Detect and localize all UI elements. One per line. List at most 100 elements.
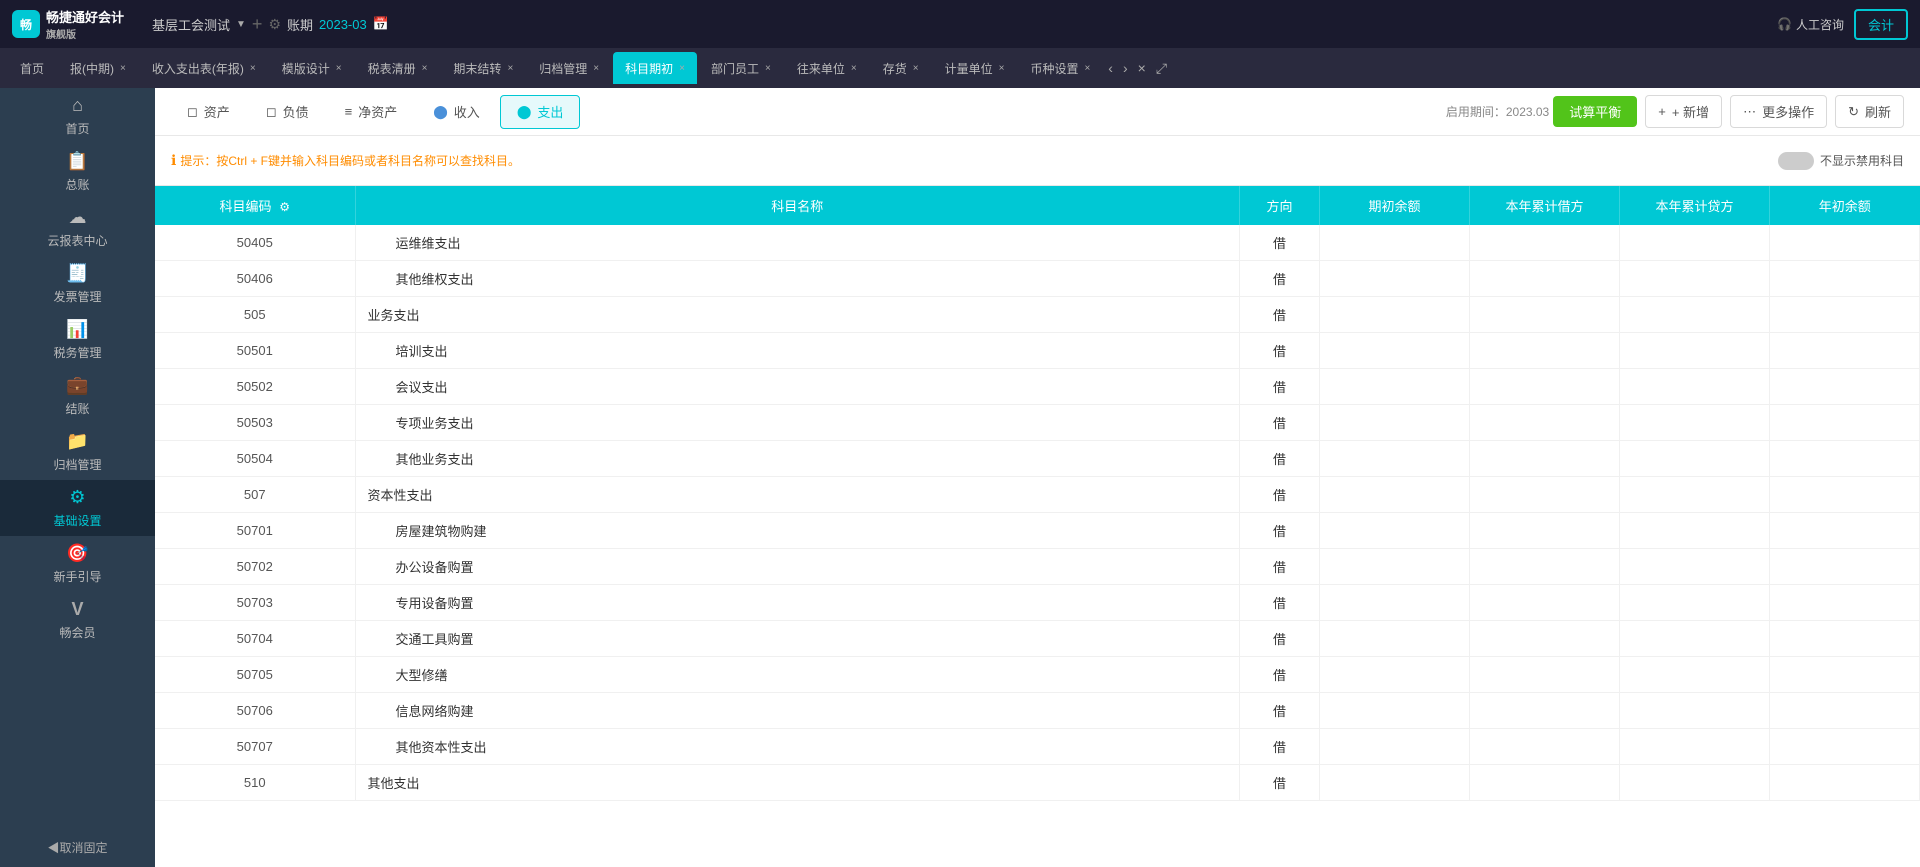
sub-tab-expenditure[interactable]: ⬤ 支出 xyxy=(500,95,581,129)
sidebar-item-invoice[interactable]: 🧾 发票管理 xyxy=(0,256,155,312)
sidebar-item-label: 新手引导 xyxy=(53,568,101,585)
tab-close-icon[interactable]: × xyxy=(999,63,1005,74)
table-row[interactable]: 50504 其他业务支出 借 xyxy=(155,441,1920,477)
sidebar-item-closing[interactable]: 💼 结账 xyxy=(0,368,155,424)
tab-report-midterm[interactable]: 报(中期) × xyxy=(58,52,138,84)
cell-code: 50706 xyxy=(155,693,355,729)
table-header-row: 科目编码 ⚙ 科目名称 方向 期初余额 本年累计借方 xyxy=(155,186,1920,225)
period-label: 账期 xyxy=(287,15,313,34)
sub-tab-liabilities[interactable]: ◻ 负债 xyxy=(250,95,325,129)
sub-tab-income[interactable]: ⬤ 收入 xyxy=(417,95,496,129)
tab-subject-init[interactable]: 科目期初 × xyxy=(613,52,697,84)
refresh-button[interactable]: ↻ 刷新 xyxy=(1835,95,1904,128)
cell-debit xyxy=(1470,621,1620,657)
tab-close-icon[interactable]: × xyxy=(120,63,126,74)
tab-close-icon[interactable]: × xyxy=(1084,63,1090,74)
sidebar-item-archive[interactable]: 📁 归档管理 xyxy=(0,424,155,480)
col-header-dir: 方向 xyxy=(1240,186,1320,225)
logo-icon: 畅 xyxy=(12,10,40,38)
cell-debit xyxy=(1470,549,1620,585)
table-row[interactable]: 50406 其他维权支出 借 xyxy=(155,261,1920,297)
cell-code: 510 xyxy=(155,765,355,801)
tab-close-all-icon[interactable]: × xyxy=(1134,60,1150,76)
tab-close-icon[interactable]: × xyxy=(593,63,599,74)
sub-tab-assets[interactable]: ◻ 资产 xyxy=(171,95,246,129)
table-row[interactable]: 50704 交通工具购置 借 xyxy=(155,621,1920,657)
settings-icon[interactable]: ⚙ xyxy=(268,16,281,33)
net-assets-icon: ≡ xyxy=(345,104,353,119)
sidebar-item-guide[interactable]: 🎯 新手引导 xyxy=(0,536,155,592)
column-settings-icon[interactable]: ⚙ xyxy=(279,200,290,214)
table-row[interactable]: 50705 大型修缮 借 xyxy=(155,657,1920,693)
sidebar-item-home[interactable]: ⌂ 首页 xyxy=(0,88,155,144)
tab-currency[interactable]: 币种设置 × xyxy=(1018,52,1102,84)
cell-balance xyxy=(1320,297,1470,333)
tab-period-end[interactable]: 期末结转 × xyxy=(441,52,525,84)
income-icon: ⬤ xyxy=(433,104,448,120)
table-row[interactable]: 50703 专用设备购置 借 xyxy=(155,585,1920,621)
table-row[interactable]: 50702 办公设备购置 借 xyxy=(155,549,1920,585)
cell-balance xyxy=(1320,477,1470,513)
cell-debit xyxy=(1470,693,1620,729)
table-row[interactable]: 50706 信息网络购建 借 xyxy=(155,693,1920,729)
cell-year-balance xyxy=(1770,369,1920,405)
account-type-button[interactable]: 会计 xyxy=(1854,9,1908,40)
sidebar-item-tax[interactable]: 📊 税务管理 xyxy=(0,312,155,368)
main-layout: ⌂ 首页 📋 总账 ☁ 云报表中心 🧾 发票管理 📊 税务管理 💼 结账 📁 归… xyxy=(0,88,1920,867)
tab-dept-staff[interactable]: 部门员工 × xyxy=(699,52,783,84)
support-button[interactable]: 🎧 人工咨询 xyxy=(1777,16,1844,33)
table-row[interactable]: 50405 运维维支出 借 xyxy=(155,225,1920,261)
cell-dir: 借 xyxy=(1240,621,1320,657)
sub-tab-net-assets[interactable]: ≡ 净资产 xyxy=(329,95,414,129)
table-row[interactable]: 50503 专项业务支出 借 xyxy=(155,405,1920,441)
tab-next-icon[interactable]: › xyxy=(1119,60,1132,76)
tab-home[interactable]: 首页 xyxy=(8,52,56,84)
tab-close-icon[interactable]: × xyxy=(765,63,771,74)
trial-balance-button[interactable]: 试算平衡 xyxy=(1553,96,1637,127)
tab-label: 部门员工 xyxy=(711,60,759,77)
tab-inventory[interactable]: 存货 × xyxy=(871,52,931,84)
tab-label: 往来单位 xyxy=(797,60,845,77)
tab-close-icon[interactable]: × xyxy=(336,63,342,74)
more-actions-button[interactable]: ⋯ 更多操作 xyxy=(1730,95,1827,128)
add-account-icon[interactable]: + xyxy=(252,14,263,35)
cell-credit xyxy=(1620,261,1770,297)
cell-debit xyxy=(1470,765,1620,801)
tab-close-icon[interactable]: × xyxy=(507,63,513,74)
sidebar-item-settings[interactable]: ⚙ 基础设置 xyxy=(0,480,155,536)
tab-contacts[interactable]: 往来单位 × xyxy=(785,52,869,84)
tab-template-design[interactable]: 模版设计 × xyxy=(270,52,354,84)
sidebar-item-member[interactable]: V 畅会员 xyxy=(0,592,155,648)
table-row[interactable]: 50501 培训支出 借 xyxy=(155,333,1920,369)
table-row[interactable]: 50707 其他资本性支出 借 xyxy=(155,729,1920,765)
tab-tax-schedule[interactable]: 税表清册 × xyxy=(356,52,440,84)
cell-balance xyxy=(1320,405,1470,441)
sidebar-item-cloud-reports[interactable]: ☁ 云报表中心 xyxy=(0,200,155,256)
tab-close-icon[interactable]: × xyxy=(250,63,256,74)
table-row[interactable]: 510 其他支出 借 xyxy=(155,765,1920,801)
cell-year-balance xyxy=(1770,477,1920,513)
table-row[interactable]: 507 资本性支出 借 xyxy=(155,477,1920,513)
sidebar-item-ledger[interactable]: 📋 总账 xyxy=(0,144,155,200)
calendar-icon[interactable]: 📅 xyxy=(373,16,389,32)
tab-prev-icon[interactable]: ‹ xyxy=(1104,60,1117,76)
table-row[interactable]: 50701 房屋建筑物购建 借 xyxy=(155,513,1920,549)
table-row[interactable]: 505 业务支出 借 xyxy=(155,297,1920,333)
tab-income-annual[interactable]: 收入支出表(年报) × xyxy=(140,52,268,84)
tab-expand-icon[interactable]: ⤢ xyxy=(1152,60,1171,77)
tab-archive[interactable]: 归档管理 × xyxy=(527,52,611,84)
sidebar-item-label: 结账 xyxy=(65,400,89,417)
assets-icon: ◻ xyxy=(187,104,198,120)
table-row[interactable]: 50502 会议支出 借 xyxy=(155,369,1920,405)
tab-close-icon[interactable]: × xyxy=(422,63,428,74)
tab-close-icon[interactable]: × xyxy=(679,63,685,74)
tab-unit[interactable]: 计量单位 × xyxy=(933,52,1017,84)
logo-main: 畅捷通好会计 xyxy=(46,7,124,26)
tab-close-icon[interactable]: × xyxy=(851,63,857,74)
account-name[interactable]: 基层工会测试 ▼ + ⚙ 账期 2023-03 📅 xyxy=(152,14,1767,35)
add-button[interactable]: + + 新增 xyxy=(1645,95,1722,128)
cell-dir: 借 xyxy=(1240,225,1320,261)
tab-close-icon[interactable]: × xyxy=(913,63,919,74)
disabled-toggle[interactable] xyxy=(1778,152,1814,170)
cancel-fixed-button[interactable]: ◀取消固定 xyxy=(0,827,155,867)
